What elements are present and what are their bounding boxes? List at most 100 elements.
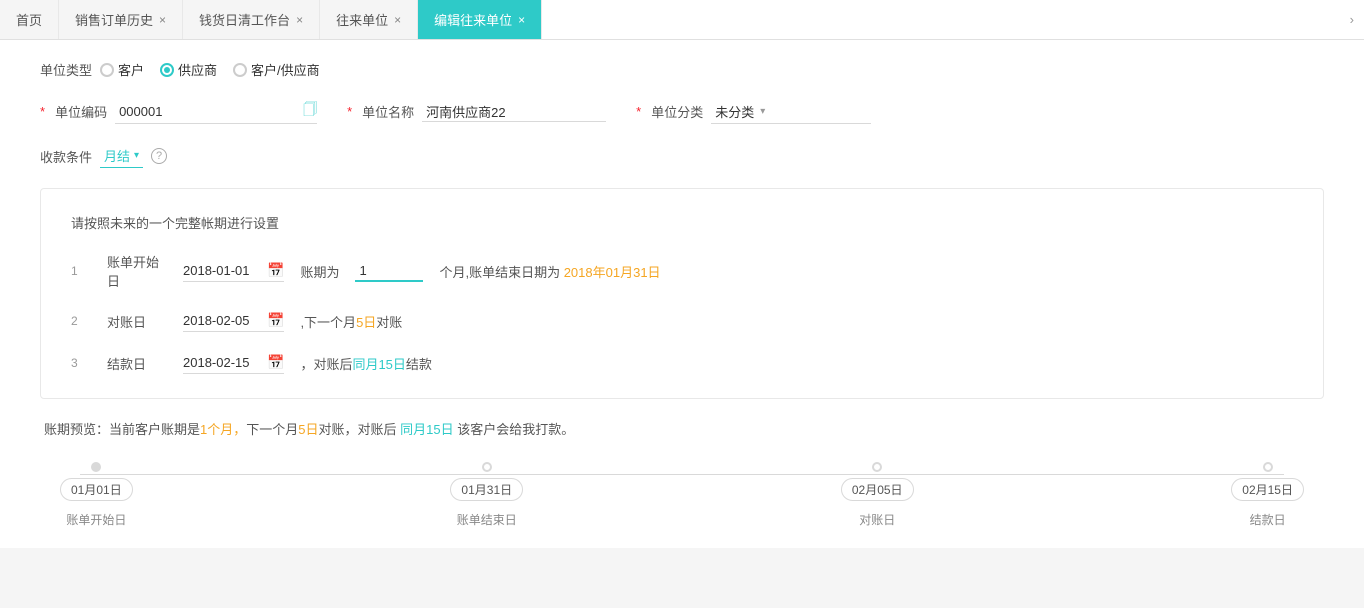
period-num-1: 1 bbox=[71, 264, 91, 278]
period-suffix-3: ，对账后同月15日结款 bbox=[300, 354, 432, 373]
radio-customer-circle bbox=[100, 63, 114, 77]
unit-type-radio-group: 客户 供应商 客户/供应商 bbox=[100, 60, 320, 79]
period-cal-icon-2[interactable]: 📅 bbox=[267, 312, 284, 329]
payment-terms-dropdown[interactable]: 月结 ▾ bbox=[100, 144, 143, 168]
period-day-2: 5日 bbox=[356, 315, 376, 330]
preview-suffix: 该客户会给我打款。 bbox=[457, 422, 574, 437]
timeline-badge-0: 01月01日 bbox=[60, 478, 133, 501]
timeline-label-0: 账单开始日 bbox=[66, 511, 126, 528]
tab-cashflow[interactable]: 钱货日清工作台 × bbox=[183, 0, 320, 39]
period-row-3: 3 结款日 📅 ，对账后同月15日结款 bbox=[71, 352, 1293, 374]
month-input[interactable] bbox=[359, 263, 419, 278]
tab-expand-btn[interactable]: › bbox=[1340, 0, 1364, 39]
unit-code-input[interactable] bbox=[115, 102, 299, 121]
radio-supplier-label: 供应商 bbox=[178, 60, 217, 79]
payment-terms-group: 收款条件 月结 ▾ ? bbox=[40, 144, 167, 168]
radio-customer[interactable]: 客户 bbox=[100, 60, 144, 79]
timeline-dot-3 bbox=[1263, 462, 1273, 472]
period-label-1: 账单开始日 bbox=[107, 252, 167, 290]
period-date-input-1[interactable] bbox=[183, 263, 263, 278]
tab-edit-counterpart-close[interactable]: × bbox=[518, 13, 525, 27]
preview-middle: 下一个月 bbox=[246, 422, 298, 437]
timeline-label-1: 账单结束日 bbox=[457, 511, 517, 528]
unit-code-icon[interactable]: 🗍 bbox=[303, 99, 317, 123]
period-prefix-2: ,下一个月 bbox=[300, 315, 356, 330]
period-date-input-2[interactable] bbox=[183, 313, 263, 328]
payment-terms-value: 月结 bbox=[104, 146, 130, 165]
timeline-dot-2 bbox=[872, 462, 882, 472]
tab-sales-history-close[interactable]: × bbox=[159, 13, 166, 27]
period-label-2: 对账日 bbox=[107, 312, 167, 331]
timeline-point-1: 01月31日 账单结束日 bbox=[450, 462, 523, 528]
timeline-badge-2: 02月05日 bbox=[841, 478, 914, 501]
payment-terms-arrow: ▾ bbox=[134, 150, 139, 161]
timeline-label-3: 结款日 bbox=[1250, 511, 1286, 528]
period-num-3: 3 bbox=[71, 356, 91, 370]
unit-code-label: 单位编码 bbox=[55, 102, 107, 121]
unit-code-star: * bbox=[40, 104, 45, 119]
radio-both-label: 客户/供应商 bbox=[251, 60, 320, 79]
unit-category-select[interactable]: 未分类 ▾ bbox=[711, 100, 871, 124]
period-suffix-2: ,下一个月5日对账 bbox=[300, 312, 402, 331]
payment-terms-select-wrapper[interactable]: 月结 ▾ bbox=[100, 144, 143, 168]
tab-counterpart[interactable]: 往来单位 × bbox=[320, 0, 418, 39]
period-date-input-3[interactable] bbox=[183, 355, 263, 370]
payment-terms-label: 收款条件 bbox=[40, 147, 92, 166]
unit-type-label: 单位类型 bbox=[40, 60, 92, 79]
timeline-point-0: 01月01日 账单开始日 bbox=[60, 462, 133, 528]
period-row-1: 1 账单开始日 📅 账期为 个月,账单结束日期为 2018年01月31日 bbox=[71, 252, 1293, 290]
timeline-badge-3: 02月15日 bbox=[1231, 478, 1304, 501]
radio-both-circle bbox=[233, 63, 247, 77]
timeline-dot-0 bbox=[91, 462, 101, 472]
tab-cashflow-label: 钱货日清工作台 bbox=[199, 10, 290, 29]
tab-edit-counterpart-label: 编辑往来单位 bbox=[434, 10, 512, 29]
payment-terms-row: 收款条件 月结 ▾ ? bbox=[40, 144, 1324, 168]
period-suffix-after-1: 个月,账单结束日期为 2018年01月31日 bbox=[439, 262, 660, 281]
tab-home-label: 首页 bbox=[16, 10, 42, 29]
unit-name-input[interactable] bbox=[422, 102, 606, 122]
unit-name-label: 单位名称 bbox=[362, 102, 414, 121]
period-date-2: 📅 bbox=[183, 310, 284, 332]
period-row-2: 2 对账日 📅 ,下一个月5日对账 bbox=[71, 310, 1293, 332]
unit-code-input-wrapper: 🗍 bbox=[115, 99, 317, 124]
preview-text1: 对账，对账后 bbox=[319, 422, 397, 437]
period-date-1: 📅 bbox=[183, 260, 284, 282]
unit-category-label: 单位分类 bbox=[651, 102, 703, 121]
timeline-point-3: 02月15日 结款日 bbox=[1231, 462, 1304, 528]
radio-customer-label: 客户 bbox=[118, 60, 144, 79]
preview-prefix: 账期预览：当前客户账期是 bbox=[44, 422, 200, 437]
chevron-right-icon: › bbox=[1350, 12, 1354, 27]
period-prefix-3: ，对账后 bbox=[300, 357, 352, 372]
period-box: 请按照未来的一个完整帐期进行设置 1 账单开始日 📅 账期为 个月,账单结束日期… bbox=[40, 188, 1324, 399]
period-label-3: 结款日 bbox=[107, 354, 167, 373]
tab-sales-history-label: 销售订单历史 bbox=[75, 10, 153, 29]
period-cal-icon-1[interactable]: 📅 bbox=[267, 262, 284, 279]
period-date-3: 📅 bbox=[183, 352, 284, 374]
timeline-badge-1: 01月31日 bbox=[450, 478, 523, 501]
preview-months: 1个月， bbox=[200, 422, 246, 437]
period-text-3: 结款 bbox=[406, 357, 432, 372]
payment-terms-help-icon[interactable]: ? bbox=[151, 148, 167, 164]
tab-edit-counterpart[interactable]: 编辑往来单位 × bbox=[418, 0, 542, 39]
unit-info-row: * 单位编码 🗍 * 单位名称 * 单位分类 未分类 ▾ bbox=[40, 99, 1324, 124]
unit-code-group: * 单位编码 🗍 bbox=[40, 99, 317, 124]
radio-supplier[interactable]: 供应商 bbox=[160, 60, 217, 79]
unit-category-value: 未分类 bbox=[715, 102, 754, 121]
radio-supplier-circle bbox=[160, 63, 174, 77]
unit-category-arrow: ▾ bbox=[760, 106, 765, 117]
preview-day2: 同月15日 bbox=[400, 422, 453, 437]
timeline-label-2: 对账日 bbox=[859, 511, 895, 528]
tab-counterpart-close[interactable]: × bbox=[394, 13, 401, 27]
timeline: 01月01日 账单开始日 01月31日 账单结束日 02月05日 对账日 02月… bbox=[40, 462, 1324, 528]
period-cal-icon-3[interactable]: 📅 bbox=[267, 354, 284, 371]
tab-home[interactable]: 首页 bbox=[0, 0, 59, 39]
unit-name-group: * 单位名称 bbox=[347, 102, 606, 122]
radio-both[interactable]: 客户/供应商 bbox=[233, 60, 320, 79]
tab-sales-history[interactable]: 销售订单历史 × bbox=[59, 0, 183, 39]
main-content: 单位类型 客户 供应商 客户/供应商 * 单位编码 bbox=[0, 40, 1364, 548]
preview-day1: 5日 bbox=[298, 422, 318, 437]
period-suffix-text-1: 个月,账单结束日期为 bbox=[439, 265, 560, 280]
unit-type-group: 单位类型 客户 供应商 客户/供应商 bbox=[40, 60, 320, 79]
tab-cashflow-close[interactable]: × bbox=[296, 13, 303, 27]
unit-category-group: * 单位分类 未分类 ▾ bbox=[636, 100, 871, 124]
